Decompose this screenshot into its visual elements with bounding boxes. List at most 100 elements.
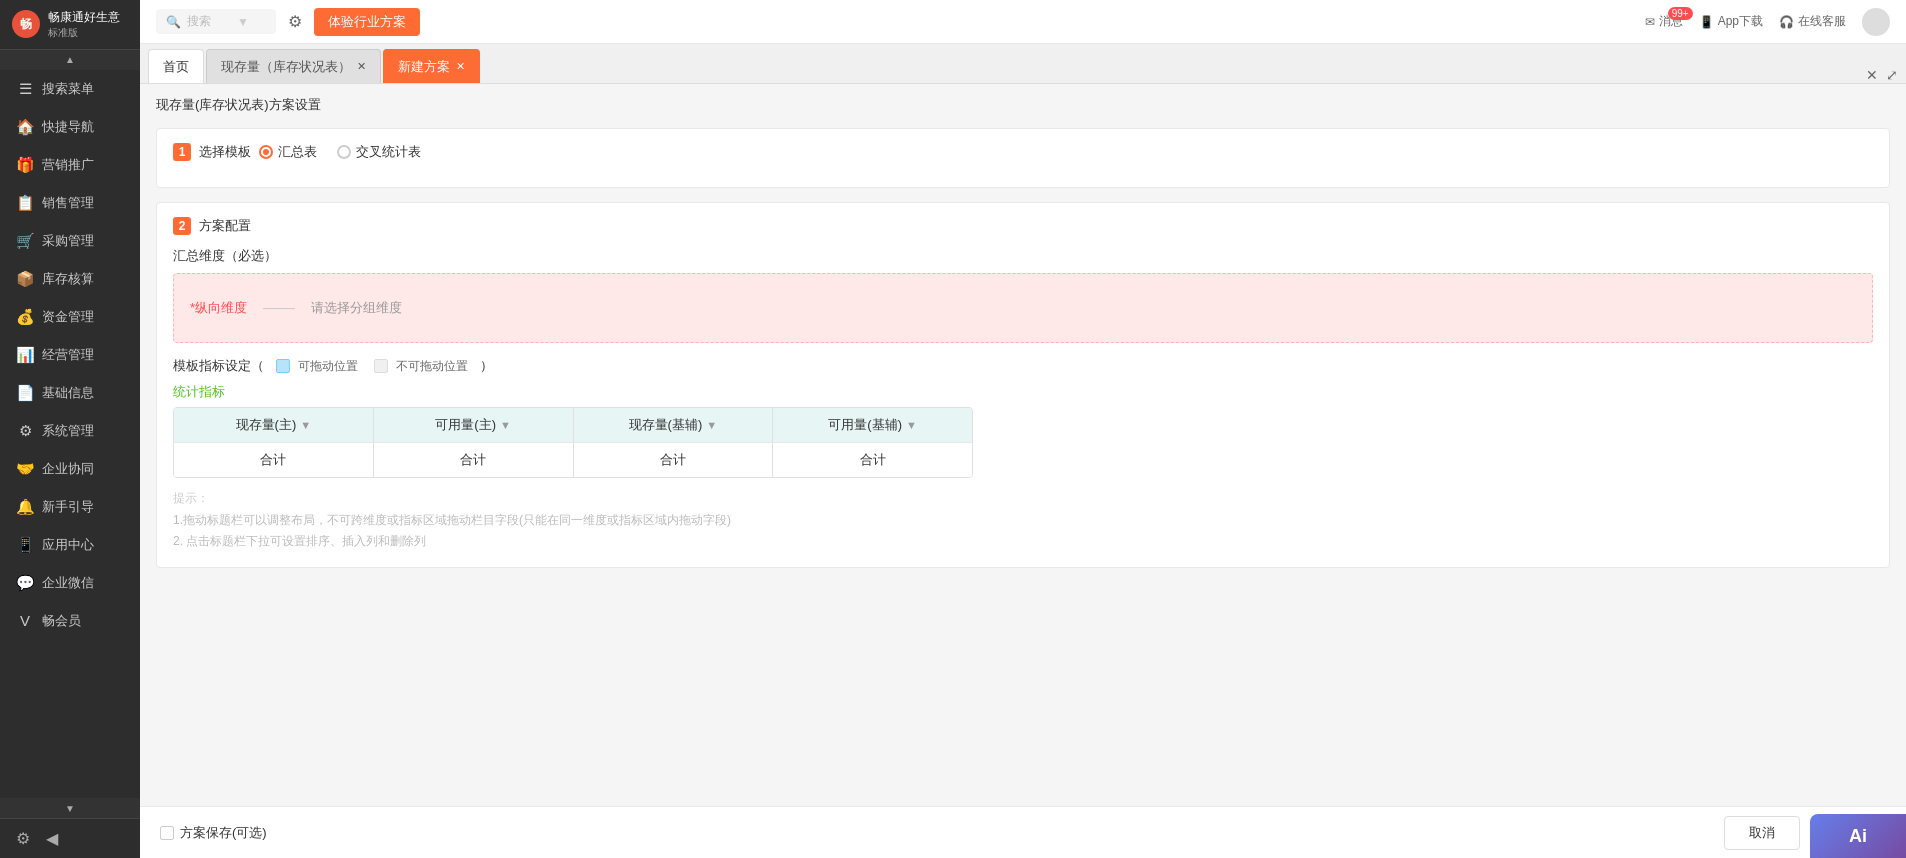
stats-col-3: 可用量(基辅) ▼ [773,408,972,442]
sidebar-item-label: 销售管理 [42,194,94,212]
col-1-chevron[interactable]: ▼ [500,419,511,431]
sidebar-item-quick-nav[interactable]: 🏠 快捷导航 [0,108,140,146]
sidebar-logo: 畅 畅康通好生意 标准版 [0,0,140,50]
ai-badge[interactable]: Ai [1810,814,1906,858]
message-icon: ✉ [1645,15,1655,29]
indicator-section: 模板指标设定（ 可拖动位置 不可拖动位置 ） 统计指标 [173,357,1873,553]
radio-summary-label: 汇总表 [278,143,317,161]
tab-home-label: 首页 [163,58,189,76]
sidebar-item-search-menu[interactable]: ☰ 搜索菜单 [0,70,140,108]
bell-icon: 🔔 [16,498,34,516]
draggable-label: 可拖动位置 [298,358,358,375]
wechat-icon: 💬 [16,574,34,592]
sidebar-item-operation[interactable]: 📊 经营管理 [0,336,140,374]
search-box[interactable]: 🔍 搜索 ▼ [156,9,276,34]
ai-badge-label: Ai [1849,826,1867,847]
indicator-label-text: 模板指标设定（ [173,357,264,375]
sidebar-item-label: 经营管理 [42,346,94,364]
sidebar-item-label: 营销推广 [42,156,94,174]
content-area: 现存量(库存状况表)方案设置 1 选择模板 汇总表 交叉统计表 [140,84,1906,806]
radio-cross[interactable]: 交叉统计表 [337,143,421,161]
tab-inventory-status[interactable]: 现存量（库存状况表） ✕ [206,49,381,83]
stats-cell-1: 合计 [374,443,574,477]
message-badge[interactable]: ✉ 消息 99+ [1645,13,1683,30]
vip-icon: V [16,612,34,629]
sidebar-item-enterprise[interactable]: 🤝 企业协同 [0,450,140,488]
settings-icon[interactable]: ⚙ [16,829,30,848]
stats-table: 现存量(主) ▼ 可用量(主) ▼ 现存量(基辅) ▼ 可用量(基辅) [173,407,973,478]
radio-cross-label: 交叉统计表 [356,143,421,161]
stats-col-2: 现存量(基辅) ▼ [574,408,774,442]
box-icon: 📦 [16,270,34,288]
tab-expand-icon[interactable]: ⤢ [1886,67,1898,83]
tips-item-0: 1.拖动标题栏可以调整布局，不可跨维度或指标区域拖动栏目字段(只能在同一维度或指… [173,510,1873,532]
sidebar-item-enterprise-wechat[interactable]: 💬 企业微信 [0,564,140,602]
mobile-icon: 📱 [16,536,34,554]
tab-inventory-close-icon[interactable]: ✕ [357,60,366,73]
summary-dimension-label: 汇总维度（必选） [173,247,1873,265]
sidebar-nav: ☰ 搜索菜单 🏠 快捷导航 🎁 营销推广 📋 销售管理 🛒 采购管理 📦 库存核… [0,70,140,798]
handshake-icon: 🤝 [16,460,34,478]
sidebar-scroll-down[interactable]: ▼ [0,798,140,818]
save-checkbox[interactable] [160,826,174,840]
app-download-link[interactable]: 📱 App下载 [1699,13,1763,30]
radio-summary-dot [259,145,273,159]
col-2-chevron[interactable]: ▼ [706,419,717,431]
sidebar-item-purchase[interactable]: 🛒 采购管理 [0,222,140,260]
save-option[interactable]: 方案保存(可选) [160,824,267,842]
sidebar-item-label: 采购管理 [42,232,94,250]
sidebar-item-system[interactable]: ⚙ 系统管理 [0,412,140,450]
step2-section: 2 方案配置 汇总维度（必选） *纵向维度 —— 请选择分组维度 模板指标设定（ [156,202,1890,568]
step2-badge: 2 [173,217,191,235]
draggable-legend-box [276,359,290,373]
volume-icon[interactable]: ◀ [46,829,58,848]
tab-bar: 首页 现存量（库存状况表） ✕ 新建方案 ✕ ✕ ⤢ [140,44,1906,84]
tab-inventory-label: 现存量（库存状况表） [221,58,351,76]
fixed-legend-box [374,359,388,373]
sidebar-item-label: 快捷导航 [42,118,94,136]
search-menu-icon: ☰ [16,80,34,98]
gear-settings-icon[interactable]: ⚙ [288,12,302,31]
sidebar-item-finance[interactable]: 💰 资金管理 [0,298,140,336]
industry-solution-button[interactable]: 体验行业方案 [314,8,420,36]
radio-summary[interactable]: 汇总表 [259,143,317,161]
stats-col-1: 可用量(主) ▼ [374,408,574,442]
sidebar-item-label: 搜索菜单 [42,80,94,98]
col-0-chevron[interactable]: ▼ [300,419,311,431]
indicator-legend: 可拖动位置 不可拖动位置 [276,358,468,375]
tab-home[interactable]: 首页 [148,49,204,83]
sidebar-item-marketing[interactable]: 🎁 营销推广 [0,146,140,184]
headset-icon: 🎧 [1779,15,1794,29]
home-icon: 🏠 [16,118,34,136]
stats-col-2-label: 现存量(基辅) [629,416,703,434]
dimension-box[interactable]: *纵向维度 —— 请选择分组维度 [173,273,1873,343]
stats-table-header: 现存量(主) ▼ 可用量(主) ▼ 现存量(基辅) ▼ 可用量(基辅) [174,408,972,442]
indicator-suffix: ） [480,357,493,375]
sidebar-item-label: 畅会员 [42,612,81,630]
sidebar-item-vip[interactable]: V 畅会员 [0,602,140,640]
legend-fixed: 不可拖动位置 [374,358,468,375]
tab-close-icon[interactable]: ✕ [1866,67,1878,83]
sidebar-item-new-guide[interactable]: 🔔 新手引导 [0,488,140,526]
sidebar-item-label: 新手引导 [42,498,94,516]
tab-new-plan[interactable]: 新建方案 ✕ [383,49,480,83]
bottom-bar: 方案保存(可选) 取消 查询 [140,806,1906,858]
user-avatar[interactable] [1862,8,1890,36]
sidebar-item-inventory[interactable]: 📦 库存核算 [0,260,140,298]
sidebar-item-label: 系统管理 [42,422,94,440]
step1-section: 1 选择模板 汇总表 交叉统计表 [156,128,1890,188]
dimension-placeholder: 请选择分组维度 [311,299,402,317]
cancel-button[interactable]: 取消 [1724,816,1800,850]
stats-col-3-label: 可用量(基辅) [828,416,902,434]
sidebar-scroll-up[interactable]: ▲ [0,50,140,70]
sidebar-item-basic-info[interactable]: 📄 基础信息 [0,374,140,412]
stats-col-0-label: 现存量(主) [236,416,297,434]
sidebar-item-label: 企业微信 [42,574,94,592]
online-service-link[interactable]: 🎧 在线客服 [1779,13,1846,30]
col-3-chevron[interactable]: ▼ [906,419,917,431]
sidebar-item-app-center[interactable]: 📱 应用中心 [0,526,140,564]
sidebar-item-label: 库存核算 [42,270,94,288]
tab-new-plan-close-icon[interactable]: ✕ [456,60,465,73]
sidebar-item-sales[interactable]: 📋 销售管理 [0,184,140,222]
tips-title: 提示： [173,491,209,505]
